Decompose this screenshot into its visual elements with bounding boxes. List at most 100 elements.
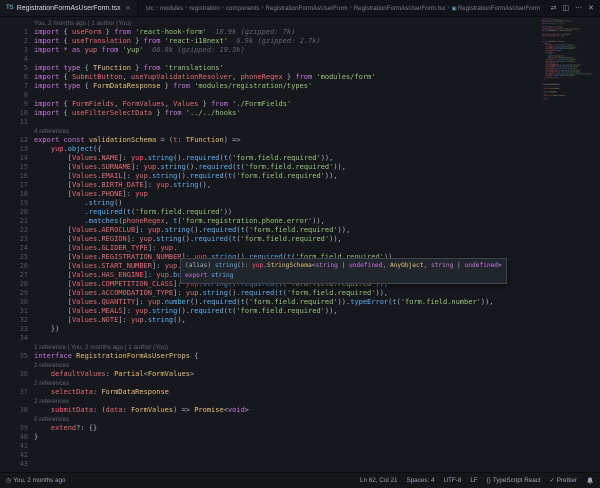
breadcrumb-item[interactable]: modules — [160, 5, 183, 12]
symbol-icon: ▣ — [451, 5, 457, 12]
codelens-line[interactable]: 2 references — [0, 379, 600, 388]
code-line: 14 [Values.NAME]: yup.string().required(… — [0, 154, 600, 163]
notifications-bell-icon[interactable] — [586, 477, 594, 485]
line-number — [0, 127, 34, 136]
status-item-formatter[interactable]: ✓ Prettier — [550, 477, 577, 484]
code-line: 42 — [0, 451, 600, 460]
code-line: 35interface RegistrationFormAsUserProps … — [0, 352, 600, 361]
status-item-encoding[interactable]: UTF-8 — [444, 477, 462, 484]
code-line: 33 }) — [0, 325, 600, 334]
editor-pane[interactable]: You, 2 months ago | 1 author (You) 1 impor… — [0, 17, 600, 474]
code-line: 36 defaultValues: Partial<FormValues> — [0, 370, 600, 379]
split-editor-icon[interactable]: ◫ — [563, 4, 570, 12]
breadcrumb-item[interactable]: src — [146, 5, 154, 12]
codelens-line[interactable]: 4 references — [0, 127, 600, 136]
language-mode-icon: {} — [486, 477, 491, 484]
line-number — [0, 397, 34, 406]
blame-status-icon: ◷ — [6, 478, 12, 484]
line-number: 11 — [19, 118, 28, 126]
code-line: 9import { FormFields, FormValues, Values… — [0, 100, 600, 109]
more-actions-icon[interactable]: ⋯ — [575, 4, 582, 12]
line-number: 39 — [19, 424, 28, 432]
code-line: 12export const validationSchema = (t: TF… — [0, 136, 600, 145]
code-line: 18 [Values.PHONE]: yup — [0, 190, 600, 199]
status-item-indentation[interactable]: Spaces: 4 — [406, 477, 434, 484]
code-line: 30 [Values.QUANTITY]: yup.number().requi… — [0, 298, 600, 307]
code-line: 1import { useForm } from 'react-hook-for… — [0, 28, 600, 37]
line-number: 38 — [19, 406, 28, 414]
code-line: 21 .matches(phoneRegex, t('form.registra… — [0, 217, 600, 226]
line-number: 22 — [19, 226, 28, 234]
breadcrumb-item[interactable]: ▣RegistrationFormAsUserForm — [452, 5, 540, 12]
line-number: 17 — [19, 181, 28, 189]
code-line: 31 [Values.MEALS]: yup.string().required… — [0, 307, 600, 316]
line-number: 18 — [19, 190, 28, 198]
line-number: 5 — [23, 64, 28, 72]
editor-actions: ⇄ ◫ ⋯ ✕ — [545, 4, 600, 12]
open-changes-icon[interactable]: ⇄ — [551, 4, 557, 12]
code-rows: You, 2 months ago | 1 author (You)1impor… — [0, 17, 600, 469]
code-line: 39 extend?: {} — [0, 424, 600, 433]
code-line: 43 — [0, 460, 600, 469]
code-line: 23 [Values.REGION]: yup.string().require… — [0, 235, 600, 244]
breadcrumb-item[interactable]: registration — [189, 5, 220, 12]
line-number: 36 — [19, 370, 28, 378]
breadcrumb-item[interactable]: RegistrationFormAsUserForm — [266, 5, 348, 12]
line-number — [0, 361, 34, 370]
tab-filename: RegistrationFormAsUserForm.tsx — [16, 4, 121, 12]
status-item-eol-sequence[interactable]: LF — [470, 477, 477, 484]
code-line: 17 [Values.BIRTH_DATE]: yup.string(), — [0, 181, 600, 190]
status-right: Ln 62, Col 21 Spaces: 4 UTF-8 LF {} TypeScrip… — [360, 477, 594, 485]
breadcrumb-separator-icon: › — [349, 5, 352, 11]
line-number: 34 — [19, 334, 28, 342]
tab-close-icon[interactable]: ✕ — [126, 5, 131, 12]
code-line: 37 selectData: FormDataResponse — [0, 388, 600, 397]
breadcrumb-separator-icon: › — [185, 5, 188, 11]
line-number: 42 — [19, 451, 28, 459]
code-line: 8 — [0, 91, 600, 100]
line-number: 29 — [19, 289, 28, 297]
line-number: 30 — [19, 298, 28, 306]
editor-topbar: TS RegistrationFormAsUserForm.tsx ✕ src ›… — [0, 0, 600, 17]
status-bar: ◷ You, 2 months ago Ln 62, Col 21 Spaces: … — [0, 472, 600, 488]
line-number: 43 — [19, 460, 28, 468]
status-item-language-mode[interactable]: {} TypeScript React — [487, 477, 541, 484]
code-line: 40} — [0, 433, 600, 442]
code-rows: You, 2 months ago | 1 author (You)1impor… — [542, 17, 599, 107]
code-line: 29 [Values.ACCOMODATION_TYPE]: yup.strin… — [0, 289, 600, 298]
line-number: 28 — [19, 280, 28, 288]
line-number: 21 — [19, 217, 28, 225]
code-line: 32 [Values.NOTE]: yup.string(), — [0, 316, 600, 325]
line-number: 41 — [19, 442, 28, 450]
code-line: 16 [Values.EMAIL]: yup.string().required… — [0, 172, 600, 181]
status-item-blame-status[interactable]: ◷ You, 2 months ago — [6, 477, 66, 484]
line-number — [0, 19, 34, 28]
breadcrumb-item[interactable]: components — [226, 5, 260, 12]
line-number: 14 — [19, 154, 28, 162]
line-number: 19 — [19, 199, 28, 207]
code-line: 43 — [542, 106, 599, 108]
code-line: 19 .string() — [0, 199, 600, 208]
code-line: 13 yup.object({ — [0, 145, 600, 154]
line-number: 10 — [19, 109, 28, 117]
code-line: 41 — [0, 442, 600, 451]
line-number — [0, 379, 34, 388]
status-item-cursor-position[interactable]: Ln 62, Col 21 — [360, 477, 397, 484]
status-left: ◷ You, 2 months ago — [6, 477, 66, 484]
code-line: 7import type { FormDataResponse } from '… — [0, 82, 600, 91]
line-number: 27 — [19, 271, 28, 279]
line-number: 33 — [19, 325, 28, 333]
codelens-line[interactable]: 0 references — [0, 415, 600, 424]
codelens-line[interactable]: 2 references — [0, 397, 600, 406]
close-editor-icon[interactable]: ✕ — [588, 4, 594, 12]
code-line: 3import * as yup from 'yup' 60.8k (gzipp… — [0, 46, 600, 55]
code-line: 34 — [0, 334, 600, 343]
tab-registration-form[interactable]: TS RegistrationFormAsUserForm.tsx ✕ — [0, 0, 138, 16]
codelens-line[interactable]: 2 references — [0, 361, 600, 370]
minimap[interactable]: You, 2 months ago | 1 author (You)1impor… — [542, 17, 600, 145]
code-line: 2import { useTranslation } from 'react-i… — [0, 37, 600, 46]
breadcrumb-item[interactable]: RegistrationFormAsUserForm.tsx — [354, 5, 446, 12]
line-number: 12 — [19, 136, 28, 144]
line-number: 13 — [19, 145, 28, 153]
code-line: 4 — [0, 55, 600, 64]
